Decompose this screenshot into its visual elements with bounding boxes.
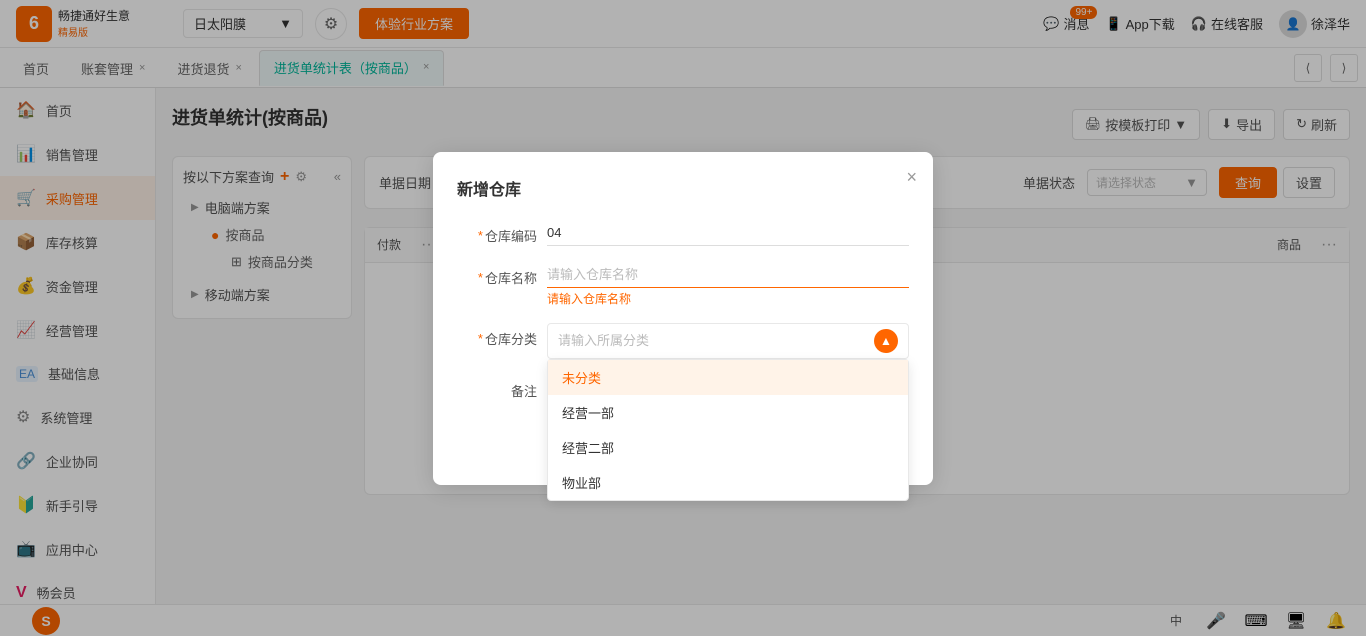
warehouse-name-input[interactable] xyxy=(547,262,909,288)
category-field: ▲ 未分类 经营一部 经营二部 物业部 xyxy=(547,323,909,359)
category-toggle-button[interactable]: ▲ xyxy=(874,329,898,353)
dialog-close-button[interactable]: × xyxy=(906,168,917,186)
category-dropdown: 未分类 经营一部 经营二部 物业部 xyxy=(547,359,909,501)
warehouse-category-row: * 仓库分类 ▲ 未分类 经营一部 经营二部 物业部 xyxy=(457,323,909,359)
warehouse-name-label: * 仓库名称 xyxy=(457,262,537,287)
category-input-wrap: ▲ xyxy=(547,323,909,359)
dropdown-item-dept2[interactable]: 经营二部 xyxy=(548,430,908,465)
dropdown-item-unclassified[interactable]: 未分类 xyxy=(548,360,908,395)
dropdown-item-dept3[interactable]: 物业部 xyxy=(548,465,908,500)
warehouse-code-label: * 仓库编码 xyxy=(457,220,537,245)
dialog-title: 新增仓库 xyxy=(457,176,909,200)
modal-overlay: 新增仓库 × * 仓库编码 * 仓库名称 请输入仓库名称 * 仓 xyxy=(0,0,1366,636)
notes-label: 备注 xyxy=(457,375,537,400)
add-warehouse-dialog: 新增仓库 × * 仓库编码 * 仓库名称 请输入仓库名称 * 仓 xyxy=(433,152,933,485)
warehouse-code-row: * 仓库编码 xyxy=(457,220,909,246)
warehouse-code-input[interactable] xyxy=(547,220,909,246)
warehouse-name-error: 请输入仓库名称 xyxy=(547,290,909,307)
warehouse-name-row: * 仓库名称 请输入仓库名称 xyxy=(457,262,909,307)
dropdown-item-dept1[interactable]: 经营一部 xyxy=(548,395,908,430)
category-input[interactable] xyxy=(558,333,874,348)
warehouse-category-label: * 仓库分类 xyxy=(457,323,537,348)
